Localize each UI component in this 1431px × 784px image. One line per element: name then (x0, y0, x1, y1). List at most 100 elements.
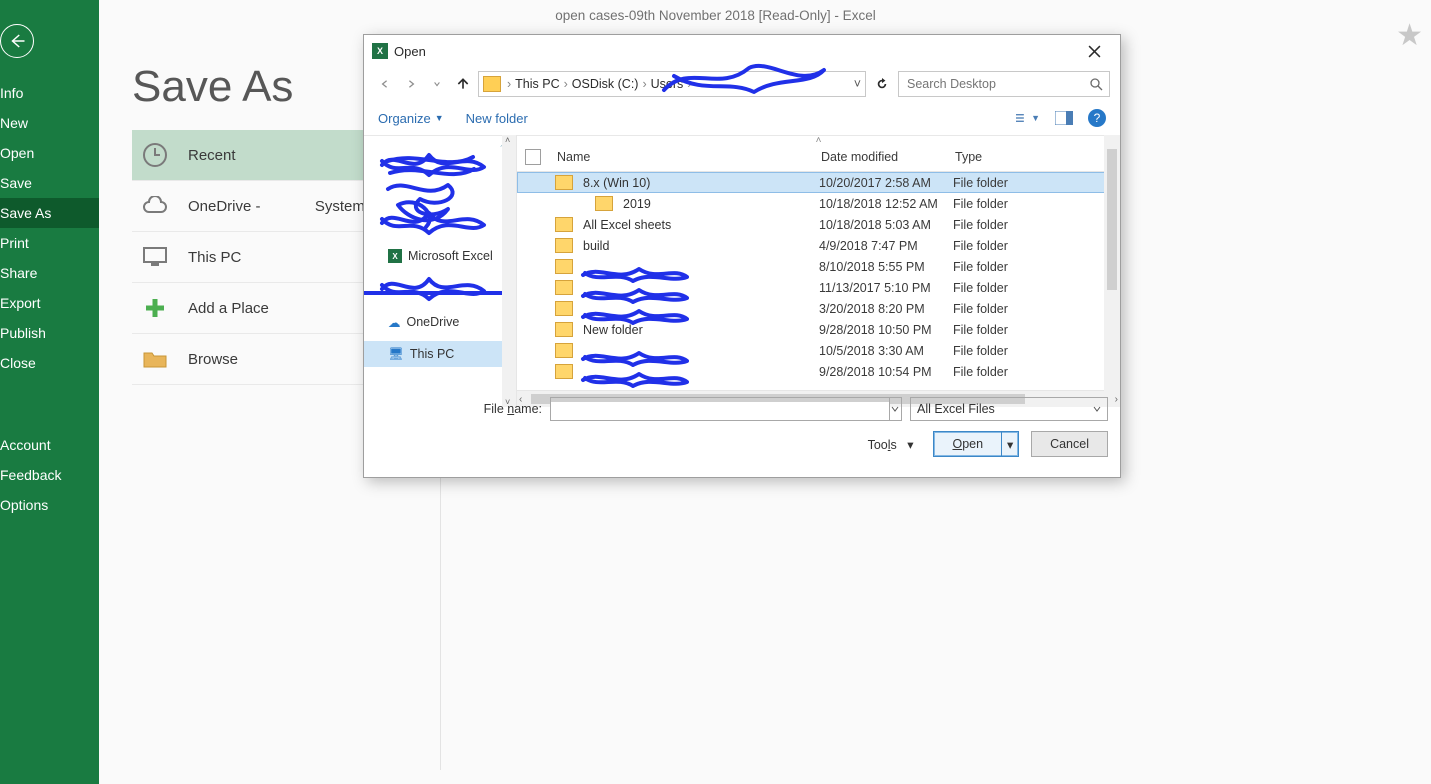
file-date: 10/18/2018 5:03 AM (819, 218, 953, 232)
open-button[interactable]: Open ▾ (933, 431, 1019, 457)
backstage-item-print[interactable]: Print (0, 228, 99, 258)
arrow-left-icon (8, 32, 26, 50)
nav-forward-button[interactable] (400, 73, 422, 95)
nav-scrollbar[interactable]: ˄˅ (502, 135, 516, 407)
vertical-scrollbar[interactable] (1104, 135, 1120, 391)
open-file-dialog: X Open › This PC› OSDisk (C:)› Users› ˅ … (363, 34, 1121, 478)
crumb[interactable]: OSDisk (C:) (572, 77, 639, 91)
file-row[interactable]: 8/10/2018 5:55 PMFile folder (517, 256, 1120, 277)
file-date: 11/13/2017 5:10 PM (819, 281, 953, 295)
folder-icon (555, 238, 573, 253)
cloud-icon (140, 191, 170, 221)
nav-item[interactable] (364, 153, 516, 179)
folder-icon (595, 196, 613, 211)
file-date: 4/9/2018 7:47 PM (819, 239, 953, 253)
file-row[interactable]: All Excel sheets10/18/2018 5:03 AMFile f… (517, 214, 1120, 235)
backstage-item-close[interactable]: Close (0, 348, 99, 378)
nav-item[interactable] (364, 277, 516, 303)
filename-label: File name: (376, 402, 542, 416)
dialog-title: Open (394, 44, 426, 59)
organize-button[interactable]: Organize ▼ (378, 111, 444, 126)
open-dropdown-icon[interactable]: ▾ (1002, 437, 1018, 452)
star-icon: ★ (1396, 18, 1423, 53)
backstage-item-share[interactable]: Share (0, 258, 99, 288)
file-row[interactable]: 3/20/2018 8:20 PMFile folder (517, 298, 1120, 319)
file-row[interactable]: 8.x (Win 10)10/20/2017 2:58 AMFile folde… (517, 172, 1120, 193)
search-box[interactable] (898, 71, 1110, 97)
address-bar[interactable]: › This PC› OSDisk (C:)› Users› ˅ (478, 71, 866, 97)
file-row[interactable]: 9/28/2018 10:54 PMFile folder (517, 361, 1120, 382)
nav-item[interactable]: 🖥This PC (364, 341, 516, 367)
search-input[interactable] (905, 76, 1069, 92)
file-date: 10/20/2017 2:58 AM (819, 176, 953, 190)
backstage-item-info[interactable]: Info (0, 78, 99, 108)
nav-item[interactable] (364, 211, 516, 237)
close-icon (1088, 45, 1101, 58)
file-date: 9/28/2018 10:50 PM (819, 323, 953, 337)
cancel-button[interactable]: Cancel (1031, 431, 1108, 457)
folder-icon (555, 364, 573, 379)
col-name[interactable]: Name (557, 150, 821, 164)
plus-icon (140, 293, 170, 323)
toolbar: Organize ▼ New folder ▼ ? (364, 101, 1120, 136)
tools-button[interactable]: Tools ▾ (868, 437, 914, 452)
backstage-item-new[interactable]: New (0, 108, 99, 138)
file-type: File folder (953, 323, 1008, 337)
preview-pane-button[interactable] (1052, 108, 1076, 128)
file-type: File folder (953, 197, 1008, 211)
file-date: 9/28/2018 10:54 PM (819, 365, 953, 379)
window-title: open cases-09th November 2018 [Read-Only… (0, 8, 1431, 23)
file-type: File folder (953, 260, 1008, 274)
filename-field[interactable] (550, 397, 902, 421)
select-all-checkbox[interactable] (525, 149, 541, 165)
file-row[interactable]: 201910/18/2018 12:52 AMFile folder (517, 193, 1120, 214)
view-mode-button[interactable]: ▼ (1016, 108, 1040, 128)
folder-icon (555, 322, 573, 337)
page-title: Save As (132, 62, 293, 112)
backstage-item-save[interactable]: Save (0, 168, 99, 198)
backstage-item-publish[interactable]: Publish (0, 318, 99, 348)
nav-row: › This PC› OSDisk (C:)› Users› ˅ (364, 67, 1120, 101)
folder-icon (555, 217, 573, 232)
filename-dropdown-icon[interactable] (889, 398, 901, 420)
file-row[interactable]: 11/13/2017 5:10 PMFile folder (517, 277, 1120, 298)
backstage-item-save-as[interactable]: Save As (0, 198, 99, 228)
nav-recent-button[interactable] (426, 73, 448, 95)
col-date[interactable]: Date modified (821, 150, 955, 164)
backstage-item-account[interactable]: Account (0, 430, 99, 460)
search-icon (1090, 78, 1103, 91)
backstage-item-feedback[interactable]: Feedback (0, 460, 99, 490)
filename-input[interactable] (551, 402, 889, 416)
new-folder-button[interactable]: New folder (466, 111, 528, 126)
file-type-filter[interactable]: All Excel Files (910, 397, 1108, 421)
nav-item-label: OneDrive (407, 315, 460, 329)
nav-item-label: This PC (410, 347, 454, 361)
backstage-item-export[interactable]: Export (0, 288, 99, 318)
backstage-item-options[interactable]: Options (0, 490, 99, 520)
file-date: 10/5/2018 3:30 AM (819, 344, 953, 358)
file-type: File folder (953, 365, 1008, 379)
crumb[interactable]: This PC (515, 77, 559, 91)
file-row[interactable]: New folder9/28/2018 10:50 PMFile folder (517, 319, 1120, 340)
file-date: 8/10/2018 5:55 PM (819, 260, 953, 274)
refresh-button[interactable] (870, 72, 894, 96)
folder-icon (555, 280, 573, 295)
file-row[interactable]: 10/5/2018 3:30 AMFile folder (517, 340, 1120, 361)
nav-item[interactable]: XMicrosoft Excel (364, 243, 516, 269)
help-button[interactable]: ? (1088, 109, 1106, 127)
address-dropdown-icon[interactable]: ˅ (854, 77, 861, 91)
backstage-item-open[interactable]: Open (0, 138, 99, 168)
folder-icon (140, 344, 170, 374)
nav-back-button[interactable] (374, 73, 396, 95)
close-button[interactable] (1076, 38, 1112, 64)
nav-item[interactable]: ☁OneDrive (364, 309, 516, 335)
file-name: 2019 (623, 197, 819, 211)
col-type[interactable]: Type (955, 150, 1120, 164)
back-button[interactable] (0, 24, 34, 58)
file-date: 3/20/2018 8:20 PM (819, 302, 953, 316)
file-name: 8.x (Win 10) (583, 176, 819, 190)
nav-up-button[interactable] (452, 73, 474, 95)
crumb[interactable]: Users (651, 77, 684, 91)
backstage-sidebar: InfoNewOpenSaveSave AsPrintShareExportPu… (0, 0, 99, 784)
file-row[interactable]: build4/9/2018 7:47 PMFile folder (517, 235, 1120, 256)
